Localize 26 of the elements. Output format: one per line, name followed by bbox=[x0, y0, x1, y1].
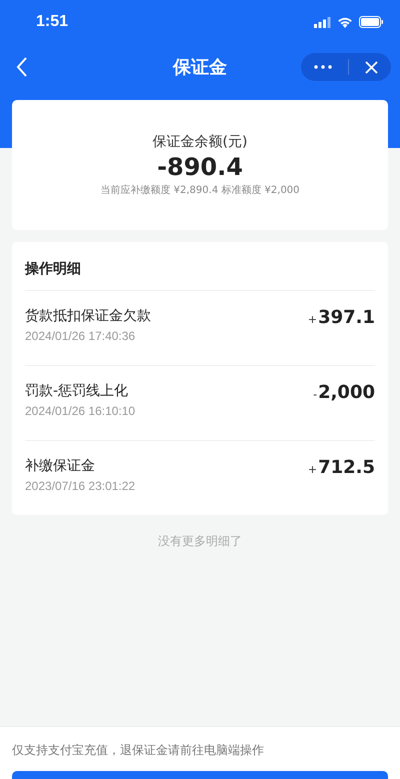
balance-amount: -890.4 bbox=[157, 153, 243, 181]
record-amount: 2,000 bbox=[318, 382, 375, 403]
record-amount: 397.1 bbox=[318, 307, 375, 328]
close-icon[interactable] bbox=[365, 60, 378, 74]
record-time: 2023/07/16 23:01:22 bbox=[25, 479, 136, 493]
battery-icon bbox=[359, 16, 384, 28]
page-title: 保证金 bbox=[173, 56, 227, 79]
record-amount: 712.5 bbox=[318, 457, 375, 478]
amount-sign: - bbox=[313, 388, 318, 401]
record-name: 货款抵扣保证金欠款 bbox=[25, 307, 151, 325]
end-note: 没有更多明细了 bbox=[158, 533, 242, 550]
signal-icon bbox=[314, 16, 331, 28]
amount-sign: + bbox=[308, 313, 318, 326]
more-icon[interactable] bbox=[314, 65, 332, 69]
record-name: 补缴保证金 bbox=[25, 457, 96, 475]
back-icon[interactable] bbox=[16, 56, 28, 78]
record-time: 2024/01/26 16:10:10 bbox=[25, 404, 136, 418]
record-time: 2024/01/26 17:40:36 bbox=[25, 329, 136, 343]
section-title: 操作明细 bbox=[25, 242, 375, 291]
balance-note: 当前应补缴额度 ¥2,890.4 标准额度 ¥2,000 bbox=[100, 184, 300, 197]
wifi-icon bbox=[337, 16, 353, 28]
balance-label: 保证金余额(元) bbox=[152, 133, 248, 151]
status-time: 1:51 bbox=[36, 13, 68, 31]
footer-note: 仅支持支付宝充值，退保证金请前往电脑端操作 bbox=[12, 742, 265, 759]
amount-sign: + bbox=[308, 463, 318, 476]
record-name: 罚款-惩罚线上化 bbox=[25, 382, 130, 400]
